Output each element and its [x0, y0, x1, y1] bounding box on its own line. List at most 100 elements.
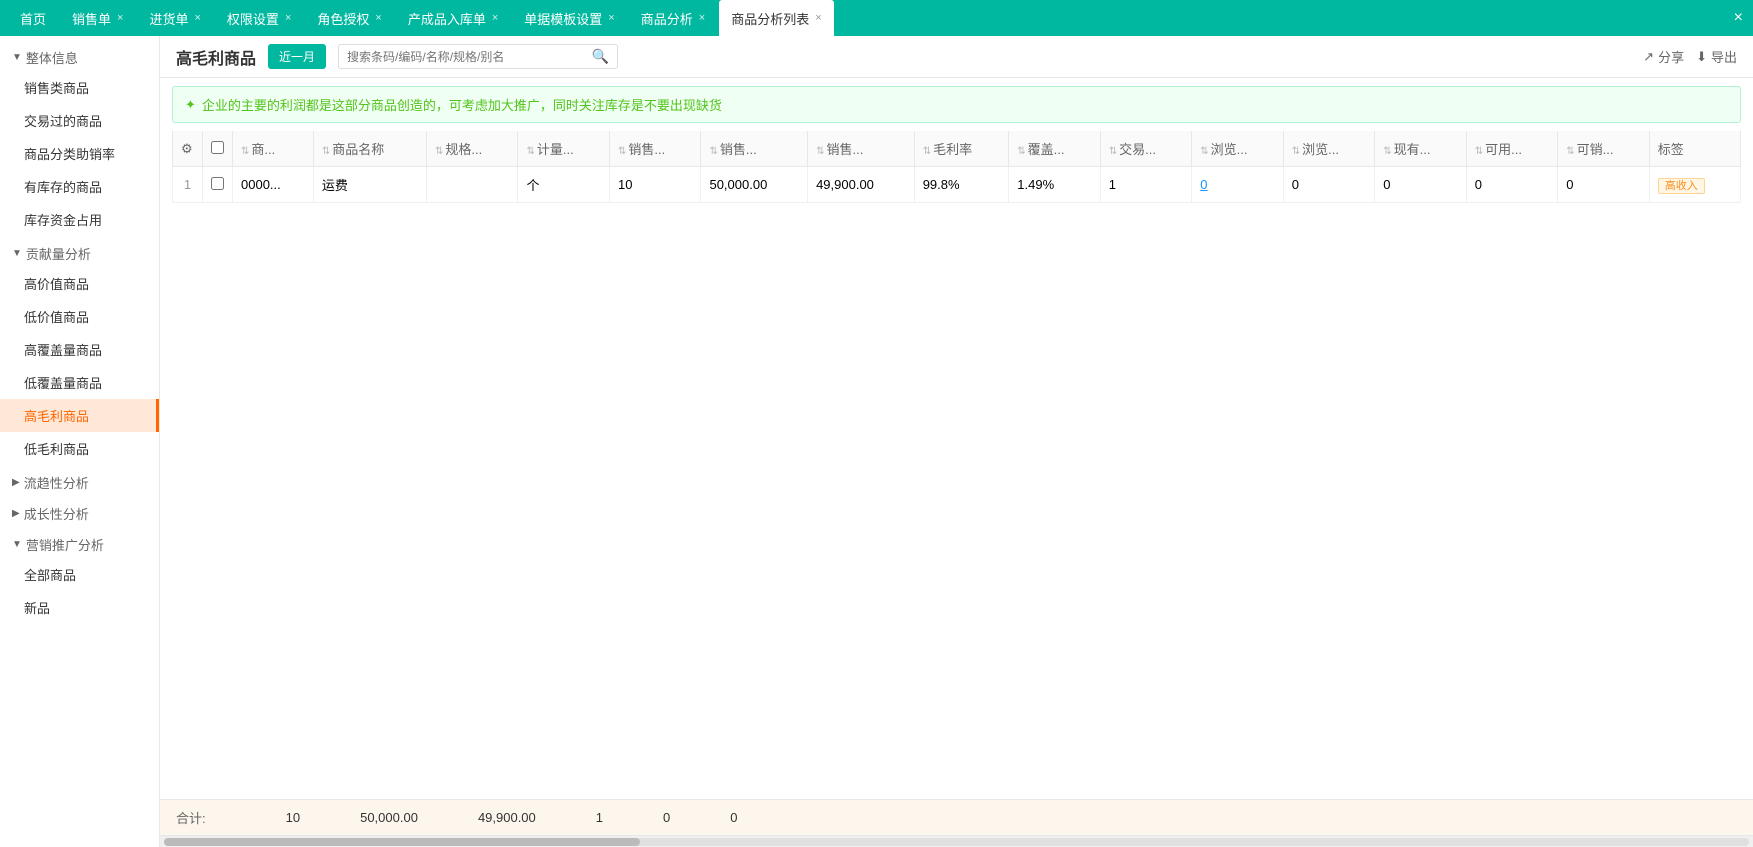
- sidebar-item-label: 交易过的商品: [24, 114, 102, 129]
- sidebar-item-全部商品[interactable]: 全部商品: [0, 558, 159, 591]
- row-code: 0000...: [233, 167, 314, 203]
- table-row: 10000...运费个1050,000.0049,900.0099.8%1.49…: [173, 167, 1741, 203]
- sidebar-item-低覆盖量商品[interactable]: 低覆盖量商品: [0, 366, 159, 399]
- footer-values: 10 50,000.00 49,900.00 1 0 0: [286, 810, 1737, 825]
- col-label: 规格...: [445, 142, 482, 157]
- filter-recent-month-button[interactable]: 近一月: [268, 44, 326, 69]
- select-all-checkbox[interactable]: [211, 141, 224, 154]
- col-header-6[interactable]: ⇅销售...: [609, 131, 701, 167]
- row-num: 1: [173, 167, 203, 203]
- group-label: 成长性分析: [24, 504, 89, 523]
- bottom-scrollbar[interactable]: [160, 835, 1753, 847]
- nav-close-icon[interactable]: ×: [815, 12, 821, 24]
- col-label: 浏览...: [1302, 142, 1339, 157]
- sidebar-group-贡献量分析[interactable]: ▼贡献量分析: [0, 236, 159, 267]
- nav-item-销售单[interactable]: 销售单×: [60, 0, 135, 36]
- col-header-7[interactable]: ⇅销售...: [701, 131, 808, 167]
- nav-label: 产成品入库单: [408, 9, 486, 28]
- nav-item-角色授权[interactable]: 角色授权×: [305, 0, 393, 36]
- search-input[interactable]: [347, 50, 586, 64]
- sort-icon: ⇅: [435, 146, 443, 157]
- col-label: 销售...: [720, 142, 757, 157]
- browse1-link[interactable]: 0: [1200, 177, 1207, 192]
- export-icon: ⬇: [1696, 49, 1707, 65]
- nav-close-icon[interactable]: ×: [285, 12, 291, 24]
- nav-item-权限设置[interactable]: 权限设置×: [215, 0, 303, 36]
- col-label: 商品名称: [332, 142, 384, 157]
- footer-transactions: 1: [596, 810, 603, 825]
- nav-item-首页[interactable]: 首页: [8, 0, 58, 36]
- col-header-8[interactable]: ⇅销售...: [808, 131, 915, 167]
- sort-icon: ⇅: [816, 146, 824, 157]
- close-all-button[interactable]: ×: [1734, 9, 1743, 27]
- sidebar-item-高毛利商品[interactable]: 高毛利商品: [0, 399, 159, 432]
- nav-close-icon[interactable]: ×: [375, 12, 381, 24]
- group-arrow-icon: ▼: [12, 539, 22, 550]
- col-header-3[interactable]: ⇅商品名称: [313, 131, 426, 167]
- col-header-11[interactable]: ⇅交易...: [1100, 131, 1192, 167]
- col-label: 可用...: [1485, 142, 1522, 157]
- nav-item-产成品入库单[interactable]: 产成品入库单 ×: [396, 0, 510, 36]
- row-stock3: 0: [1558, 167, 1650, 203]
- col-header-10[interactable]: ⇅覆盖...: [1009, 131, 1101, 167]
- search-icon[interactable]: 🔍: [592, 48, 609, 65]
- export-button[interactable]: ⬇ 导出: [1696, 47, 1737, 66]
- sidebar-item-label: 低毛利商品: [24, 442, 89, 457]
- col-header-15[interactable]: ⇅可用...: [1466, 131, 1558, 167]
- col-label: 计量...: [537, 142, 574, 157]
- nav-item-商品分析列表[interactable]: 商品分析列表×: [719, 0, 833, 36]
- sidebar-item-低毛利商品[interactable]: 低毛利商品: [0, 432, 159, 465]
- nav-close-icon[interactable]: ×: [194, 12, 200, 24]
- sidebar-group-成长性分析[interactable]: ▶成长性分析: [0, 496, 159, 527]
- row-tag: 高收入: [1649, 167, 1740, 203]
- col-header-2[interactable]: ⇅商...: [233, 131, 314, 167]
- row-stock2: 0: [1466, 167, 1558, 203]
- sidebar-item-高价值商品[interactable]: 高价值商品: [0, 267, 159, 300]
- row-browse2: 0: [1283, 167, 1375, 203]
- col-label: 现有...: [1394, 142, 1431, 157]
- nav-close-icon[interactable]: ×: [699, 12, 705, 24]
- row-sales3: 49,900.00: [808, 167, 915, 203]
- nav-close-icon[interactable]: ×: [117, 12, 123, 24]
- sidebar-item-库存资金占用[interactable]: 库存资金占用: [0, 203, 159, 236]
- sidebar-item-label: 销售类商品: [24, 81, 89, 96]
- nav-item-进货单[interactable]: 进货单×: [137, 0, 212, 36]
- col-header-16[interactable]: ⇅可销...: [1558, 131, 1650, 167]
- sidebar-item-低价值商品[interactable]: 低价值商品: [0, 300, 159, 333]
- col-label: 浏览...: [1211, 142, 1248, 157]
- nav-item-商品分析[interactable]: 商品分析×: [629, 0, 717, 36]
- sidebar-group-营销推广分析[interactable]: ▼营销推广分析: [0, 527, 159, 558]
- row-gross-rate: 99.8%: [914, 167, 1009, 203]
- sidebar-item-新品[interactable]: 新品: [0, 591, 159, 624]
- footer-bar: 合计: 10 50,000.00 49,900.00 1 0 0: [160, 799, 1753, 835]
- row-checkbox[interactable]: [211, 177, 224, 190]
- col-header-14[interactable]: ⇅现有...: [1375, 131, 1467, 167]
- sidebar-item-高覆盖量商品[interactable]: 高覆盖量商品: [0, 333, 159, 366]
- sidebar-group-整体信息[interactable]: ▼整体信息: [0, 40, 159, 71]
- sidebar-item-销售类商品[interactable]: 销售类商品: [0, 71, 159, 104]
- col-header-9[interactable]: ⇅毛利率: [914, 131, 1009, 167]
- col-header-4[interactable]: ⇅规格...: [426, 131, 518, 167]
- col-header-13[interactable]: ⇅浏览...: [1283, 131, 1375, 167]
- row-sales2: 50,000.00: [701, 167, 808, 203]
- col-header-5[interactable]: ⇅计量...: [518, 131, 610, 167]
- sidebar-group-流趋性分析[interactable]: ▶流趋性分析: [0, 465, 159, 496]
- col-header-12[interactable]: ⇅浏览...: [1192, 131, 1284, 167]
- header-actions: ↗ 分享 ⬇ 导出: [1643, 47, 1737, 66]
- sidebar-item-有库存的商品[interactable]: 有库存的商品: [0, 170, 159, 203]
- share-label: 分享: [1658, 47, 1684, 66]
- col-header-0: ⚙: [173, 131, 203, 167]
- sidebar-item-交易过的商品[interactable]: 交易过的商品: [0, 104, 159, 137]
- sort-icon: ⇅: [241, 146, 249, 157]
- nav-item-单据模板设置[interactable]: 单据模板设置×: [512, 0, 626, 36]
- sort-icon: ⇅: [1566, 146, 1574, 157]
- row-spec: [426, 167, 518, 203]
- share-button[interactable]: ↗ 分享: [1643, 47, 1684, 66]
- nav-close-icon[interactable]: ×: [608, 12, 614, 24]
- sidebar-item-label: 新品: [24, 601, 50, 616]
- sort-icon: ⇅: [1292, 146, 1300, 157]
- nav-label: 首页: [20, 9, 46, 28]
- row-name: 运费: [313, 167, 426, 203]
- nav-close-icon[interactable]: ×: [492, 12, 498, 24]
- sidebar-item-商品分类助销率[interactable]: 商品分类助销率: [0, 137, 159, 170]
